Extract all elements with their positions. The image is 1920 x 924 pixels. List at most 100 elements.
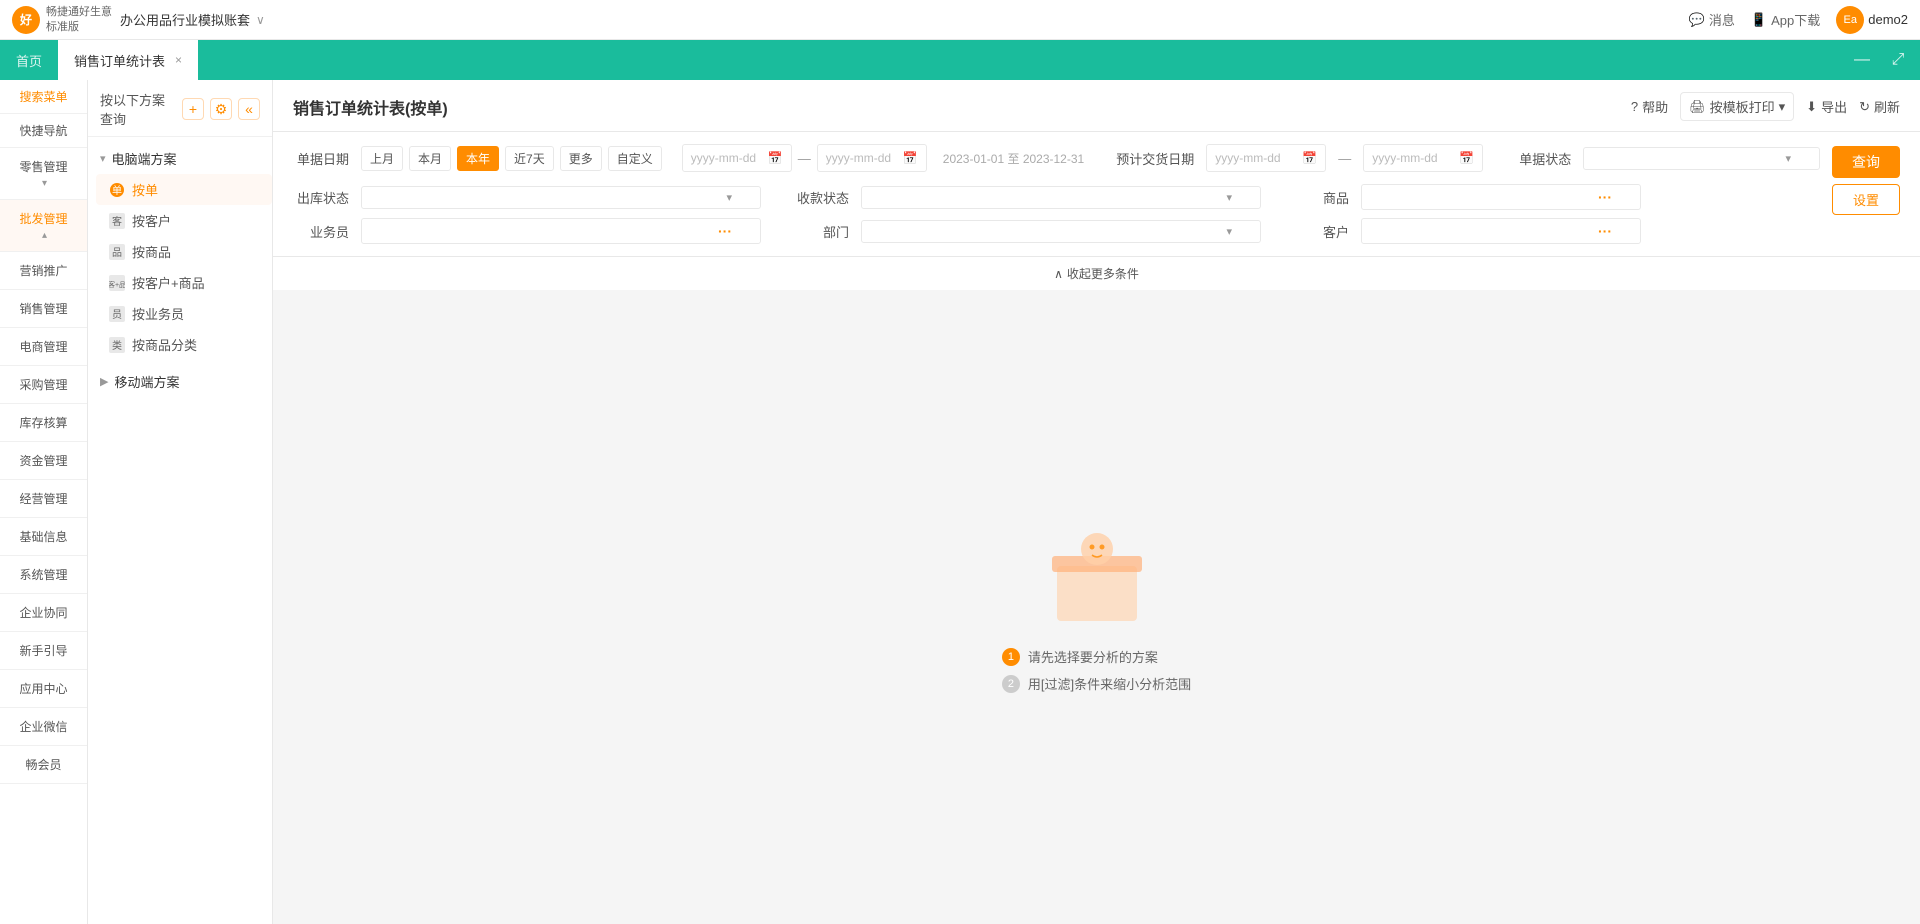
sidebar-item-wholesale[interactable]: 批发管理 ▴: [0, 200, 87, 252]
print-button[interactable]: 🖨 按模板打印 ▾: [1680, 92, 1794, 121]
user-name: demo2: [1868, 12, 1908, 27]
add-icon: +: [189, 101, 197, 117]
app-download-button[interactable]: 📱 App下载: [1751, 10, 1820, 29]
sidebar-item-label-ecommerce: 电商管理: [19, 338, 67, 355]
left-panel-header-icons: + ⚙ «: [182, 98, 260, 120]
plan-item-icon-customer: 客: [108, 212, 126, 230]
export-button[interactable]: ⬇ 导出: [1806, 97, 1847, 116]
plan-items-list: 单 按单 客 按客户 品 按商品: [88, 174, 272, 360]
query-action-col: 查询 设置: [1832, 144, 1900, 215]
expected-date-sep: —: [1338, 151, 1351, 166]
sidebar-item-purchase[interactable]: 采购管理: [0, 366, 87, 404]
sidebar-search-menu[interactable]: 搜索菜单: [0, 80, 87, 114]
out-status-select[interactable]: ▾: [361, 186, 761, 209]
sidebar-item-ecommerce[interactable]: 电商管理: [0, 328, 87, 366]
tab-minimize-button[interactable]: —: [1848, 46, 1876, 74]
sidebar-item-finance[interactable]: 资金管理: [0, 442, 87, 480]
plan-item-by-customer[interactable]: 客 按客户: [96, 205, 272, 236]
print-dropdown-icon: ▾: [1779, 99, 1786, 115]
sidebar-item-sales[interactable]: 销售管理: [0, 290, 87, 328]
message-button[interactable]: 💬 消息: [1689, 10, 1735, 29]
sidebar-item-app-center[interactable]: 应用中心: [0, 670, 87, 708]
plan-item-by-salesperson[interactable]: 员 按业务员: [96, 298, 272, 329]
sidebar-item-enterprise-collab[interactable]: 企业协同: [0, 594, 87, 632]
expected-delivery-start[interactable]: yyyy-mm-dd 📅: [1206, 144, 1326, 172]
customer-select[interactable]: ···: [1361, 218, 1641, 244]
sidebar-item-inventory[interactable]: 库存核算: [0, 404, 87, 442]
date-more-button[interactable]: 更多: [560, 146, 602, 171]
expected-date-label: 预计交货日期: [1116, 149, 1194, 168]
salesperson-select[interactable]: ···: [361, 218, 761, 244]
user-area[interactable]: Ea demo2: [1836, 6, 1908, 34]
date-last7-button[interactable]: 近7天: [505, 146, 554, 171]
sidebar-item-system[interactable]: 系统管理: [0, 556, 87, 594]
query-button[interactable]: 查询: [1832, 146, 1900, 178]
calendar-icon: 📅: [1302, 151, 1317, 165]
message-label: 消息: [1709, 10, 1735, 29]
tab-maximize-button[interactable]: ⤢: [1884, 46, 1912, 74]
svg-text:客: 客: [112, 215, 122, 228]
sidebar-item-marketing[interactable]: 营销推广: [0, 252, 87, 290]
sidebar-quick-nav[interactable]: 快捷导航: [0, 114, 87, 148]
setting-button[interactable]: 设置: [1832, 184, 1900, 215]
sidebar-item-label-marketing: 营销推广: [19, 262, 67, 279]
settings-plan-button[interactable]: ⚙: [210, 98, 232, 120]
tab-home[interactable]: 首页: [0, 40, 58, 80]
expected-delivery-end[interactable]: yyyy-mm-dd 📅: [1363, 144, 1483, 172]
goods-select[interactable]: ···: [1361, 184, 1641, 210]
sidebar-item-wechat[interactable]: 企业微信: [0, 708, 87, 746]
svg-text:员: 员: [112, 309, 122, 321]
collection-status-label: 收款状态: [793, 188, 849, 207]
date-this-year-button[interactable]: 本年: [457, 146, 499, 171]
pc-plan-category[interactable]: ▾ 电脑端方案: [88, 143, 272, 174]
sidebar-item-label-app-center: 应用中心: [19, 680, 67, 697]
out-status-chevron-icon: ▾: [726, 191, 732, 204]
sidebar-item-basic-info[interactable]: 基础信息: [0, 518, 87, 556]
customer-label: 客户: [1293, 222, 1349, 241]
plan-item-icon-salesperson: 员: [108, 305, 126, 323]
date-this-month-button[interactable]: 本月: [409, 146, 451, 171]
refresh-button[interactable]: ↻ 刷新: [1859, 97, 1900, 116]
hint-number-1: 1: [1002, 648, 1020, 666]
plan-item-by-goods-category[interactable]: 类 按商品分类: [96, 329, 272, 360]
date-last-month-button[interactable]: 上月: [361, 146, 403, 171]
customer-more-icon[interactable]: ···: [1598, 223, 1612, 239]
add-plan-button[interactable]: +: [182, 98, 204, 120]
goods-label: 商品: [1293, 188, 1349, 207]
collapse-panel-button[interactable]: «: [238, 98, 260, 120]
page-header-actions: ? 帮助 🖨 按模板打印 ▾ ⬇ 导出 ↻: [1631, 92, 1900, 121]
tab-sales-order-stats[interactable]: 销售订单统计表 ×: [58, 40, 198, 80]
collection-status-select[interactable]: ▾: [861, 186, 1261, 209]
print-label: 按模板打印: [1710, 97, 1775, 116]
plan-item-by-customer-goods[interactable]: 客+品 按客户+商品: [96, 267, 272, 298]
sidebar-item-retail[interactable]: 零售管理 ▾: [0, 148, 87, 200]
dept-select[interactable]: ▾: [861, 220, 1261, 243]
date-quick-buttons: 上月 本月 本年 近7天 更多 自定义: [361, 146, 662, 171]
plan-item-by-order[interactable]: 单 按单: [96, 174, 272, 205]
mobile-plan-category[interactable]: ▶ 移动端方案: [88, 366, 272, 397]
tab-close-icon[interactable]: ×: [175, 53, 182, 67]
expected-date-start-input[interactable]: yyyy-mm-dd 📅: [682, 144, 792, 172]
sidebar-item-operations[interactable]: 经营管理: [0, 480, 87, 518]
top-bar-left: 好 畅捷通好生意 标准版 办公用品行业模拟账套 ∨: [12, 5, 265, 34]
sidebar-item-new-guide[interactable]: 新手引导: [0, 632, 87, 670]
help-button[interactable]: ? 帮助: [1631, 97, 1668, 116]
app-download-label: App下载: [1771, 10, 1820, 29]
status-select[interactable]: ▾: [1583, 147, 1820, 170]
empty-state: 1 请先选择要分析的方案 2 用[过滤]条件来缩小分析范围: [273, 290, 1920, 924]
sidebar-arrow-retail: ▾: [42, 178, 47, 189]
breadcrumb[interactable]: 办公用品行业模拟账套 ∨: [120, 10, 265, 29]
active-tab-label: 销售订单统计表: [74, 51, 165, 70]
salesperson-more-icon[interactable]: ···: [718, 223, 732, 239]
sidebar-item-label-enterprise-collab: 企业协同: [19, 604, 67, 621]
sidebar-item-member[interactable]: 畅会员: [0, 746, 87, 784]
goods-more-icon[interactable]: ···: [1598, 189, 1612, 205]
collapse-bar[interactable]: ∧ 收起更多条件: [273, 256, 1920, 290]
collection-status-chevron-icon: ▾: [1226, 191, 1232, 204]
expected-date-end-input[interactable]: yyyy-mm-dd 📅: [817, 144, 927, 172]
date-custom-button[interactable]: 自定义: [608, 146, 662, 171]
right-panel: 销售订单统计表(按单) ? 帮助 🖨 按模板打印 ▾ ⬇: [273, 80, 1920, 924]
sidebar-item-label-sales: 销售管理: [19, 300, 67, 317]
calendar-end-icon: 📅: [903, 151, 918, 165]
plan-item-by-goods[interactable]: 品 按商品: [96, 236, 272, 267]
